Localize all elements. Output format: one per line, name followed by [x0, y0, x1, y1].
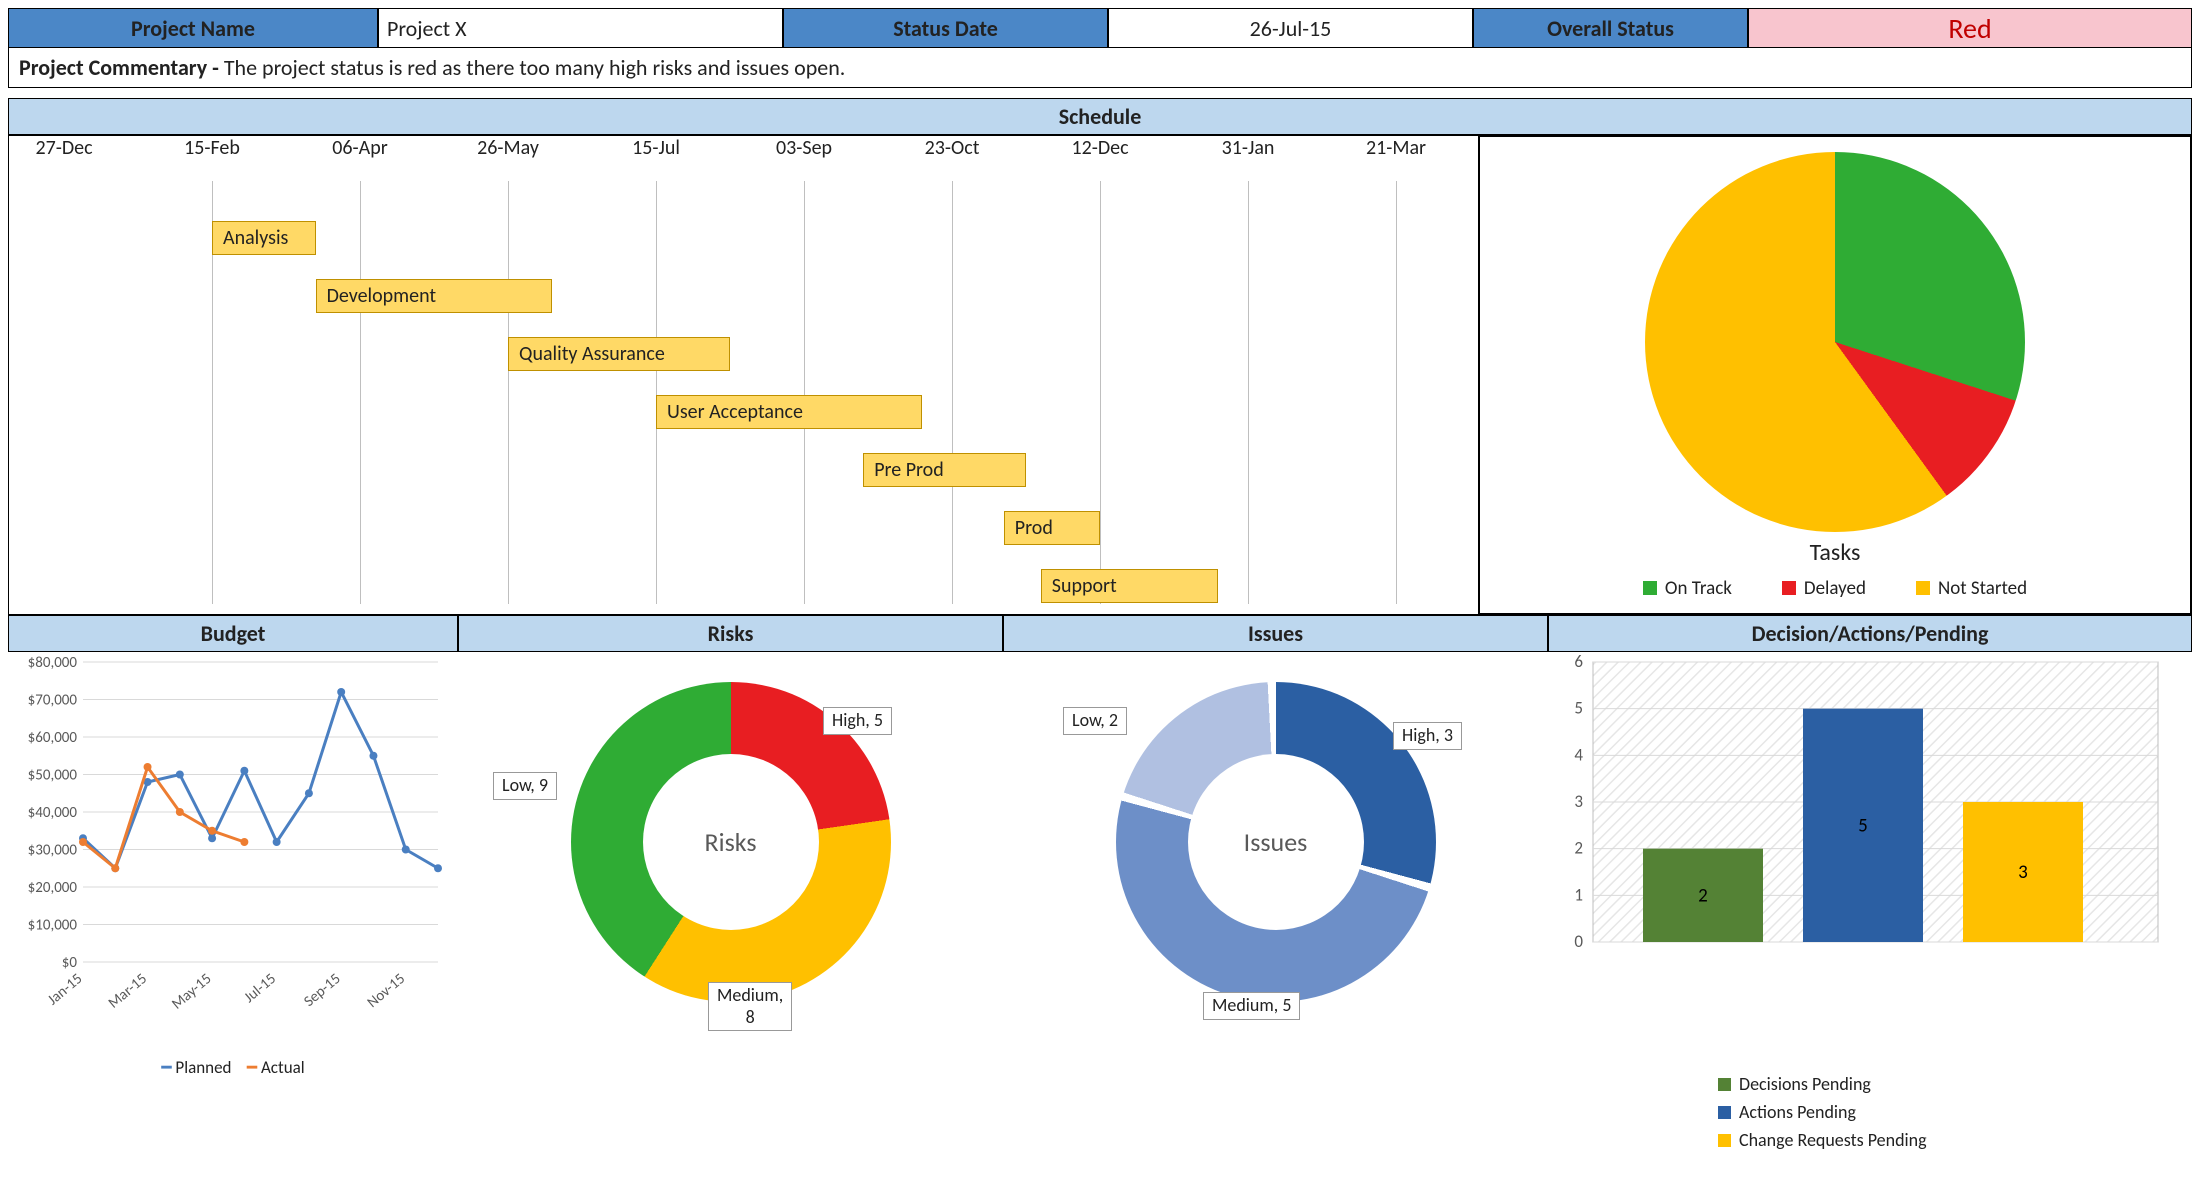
project-commentary: Project Commentary - The project status … — [8, 48, 2192, 88]
overall-status-label: Overall Status — [1473, 8, 1748, 48]
gantt-date: 15-Feb — [184, 136, 240, 160]
svg-text:$30,000: $30,000 — [28, 842, 78, 860]
gantt-gridline — [360, 181, 361, 604]
budget-svg: $80,000 $70,000 $60,000 $50,000 $40,000 $30,0… — [8, 652, 448, 1072]
issues-donut-panel: Issues High, 3 Medium, 5 Low, 2 — [1003, 652, 1548, 1082]
gantt-date: 26-May — [477, 136, 539, 160]
bottom-charts-row: $80,000 $70,000 $60,000 $50,000 $40,000 $30,0… — [8, 652, 2192, 1082]
pending-legend: Decisions PendingActions PendingChange R… — [1718, 1073, 2192, 1151]
gantt-bar-development: Development — [316, 279, 553, 313]
svg-text:May-15: May-15 — [168, 970, 215, 1013]
svg-text:$60,000: $60,000 — [28, 729, 78, 747]
gantt-date: 03-Sep — [776, 136, 832, 160]
svg-text:$20,000: $20,000 — [28, 879, 78, 897]
gantt-date: 15-Jul — [632, 136, 680, 160]
svg-text:Sep-15: Sep-15 — [301, 970, 345, 1011]
status-date-label: Status Date — [783, 8, 1108, 48]
project-name-label: Project Name — [8, 8, 378, 48]
gantt-chart: 27-Dec 15-Feb 06-Apr 26-May 15-Jul 03-Sep 23-O… — [8, 135, 1478, 615]
overall-status-value: Red — [1748, 8, 2192, 48]
tasks-legend-item: Delayed — [1782, 577, 1866, 600]
issues-title: Issues — [1003, 615, 1548, 652]
issues-donut: Issues — [1116, 682, 1436, 1002]
svg-text:$0: $0 — [62, 954, 78, 972]
risks-donut-panel: Risks High, 5 Medium,8 Low, 9 — [458, 652, 1003, 1082]
tasks-pie-panel: Tasks On Track Delayed Not Started — [1478, 135, 2192, 615]
issues-slice-label: High, 3 — [1393, 722, 1462, 750]
svg-text:2: 2 — [1574, 838, 1583, 859]
tasks-pie-legend: On Track Delayed Not Started — [1480, 577, 2190, 600]
pending-svg: 0 1 2 3 4 5 6 2 5 3 — [1548, 652, 2178, 1072]
svg-text:Nov-15: Nov-15 — [364, 970, 409, 1012]
gantt-bar-support: Support — [1041, 569, 1219, 603]
gantt-date: 12-Dec — [1071, 136, 1128, 160]
svg-text:$80,000: $80,000 — [28, 654, 78, 672]
risks-donut-center: Risks — [705, 826, 757, 858]
commentary-text: The project status is red as there too m… — [224, 54, 846, 81]
issues-slice-label: Medium, 5 — [1203, 992, 1300, 1020]
pending-title: Decision/Actions/Pending — [1548, 615, 2192, 652]
schedule-body: 27-Dec 15-Feb 06-Apr 26-May 15-Jul 03-Sep 23-O… — [8, 135, 2192, 615]
svg-text:$10,000: $10,000 — [28, 917, 78, 935]
gantt-bar-prod: Prod — [1004, 511, 1100, 545]
schedule-title: Schedule — [8, 98, 2192, 135]
tasks-pie-title: Tasks — [1480, 538, 2190, 567]
svg-text:3: 3 — [1574, 791, 1583, 812]
svg-text:6: 6 — [1574, 652, 1583, 672]
budget-chart: $80,000 $70,000 $60,000 $50,000 $40,000 $30,0… — [8, 652, 458, 1082]
gantt-gridline — [656, 181, 657, 604]
bottom-titles-row: Budget Risks Issues Decision/Actions/Pen… — [8, 615, 2192, 652]
tasks-pie — [1645, 152, 2025, 532]
risks-slice-label: High, 5 — [823, 707, 892, 735]
svg-text:Jan-15: Jan-15 — [44, 970, 86, 1009]
svg-text:2: 2 — [1698, 884, 1708, 907]
svg-text:$50,000: $50,000 — [28, 767, 78, 785]
pending-chart: 0123456253Decisions PendingActions Pendi… — [1548, 652, 2192, 1082]
issues-slice-label: Low, 2 — [1063, 707, 1127, 735]
svg-text:4: 4 — [1574, 744, 1583, 765]
gantt-date: 31-Jan — [1222, 136, 1275, 160]
svg-text:Jul-15: Jul-15 — [241, 970, 280, 1007]
commentary-label: Project Commentary - — [19, 54, 224, 81]
project-name-value: Project X — [378, 8, 783, 48]
svg-text:$40,000: $40,000 — [28, 804, 78, 822]
gantt-gridline — [1100, 181, 1101, 604]
svg-text:Mar-15: Mar-15 — [105, 970, 151, 1012]
svg-text:5: 5 — [1858, 814, 1868, 837]
svg-text:1: 1 — [1574, 884, 1583, 905]
status-date-value: 26-Jul-15 — [1108, 8, 1473, 48]
tasks-legend-item: Not Started — [1916, 577, 2027, 600]
gantt-gridline — [952, 181, 953, 604]
issues-donut-center: Issues — [1244, 826, 1308, 858]
gantt-bar-user-acceptance: User Acceptance — [656, 395, 922, 429]
risks-slice-label: Low, 9 — [493, 772, 557, 800]
gantt-gridline — [804, 181, 805, 604]
svg-text:$70,000: $70,000 — [28, 692, 78, 710]
header-row: Project Name Project X Status Date 26-Ju… — [8, 8, 2192, 48]
gantt-gridline — [1248, 181, 1249, 604]
svg-text:5: 5 — [1574, 698, 1583, 719]
gantt-bar-pre-prod: Pre Prod — [863, 453, 1026, 487]
gantt-gridline — [508, 181, 509, 604]
risks-title: Risks — [458, 615, 1003, 652]
gantt-date: 23-Oct — [925, 136, 980, 160]
gantt-date: 06-Apr — [332, 136, 387, 160]
gantt-bar-analysis: Analysis — [212, 221, 316, 255]
tasks-legend-item: On Track — [1643, 577, 1732, 600]
gantt-gridline — [1396, 181, 1397, 604]
gantt-bar-quality-assurance: Quality Assurance — [508, 337, 730, 371]
gantt-date: 27-Dec — [35, 136, 92, 160]
svg-text:3: 3 — [2018, 861, 2028, 884]
svg-text:0: 0 — [1574, 931, 1583, 952]
gantt-date: 21-Mar — [1366, 136, 1426, 160]
risks-slice-label: Medium,8 — [708, 982, 792, 1031]
budget-title: Budget — [8, 615, 458, 652]
